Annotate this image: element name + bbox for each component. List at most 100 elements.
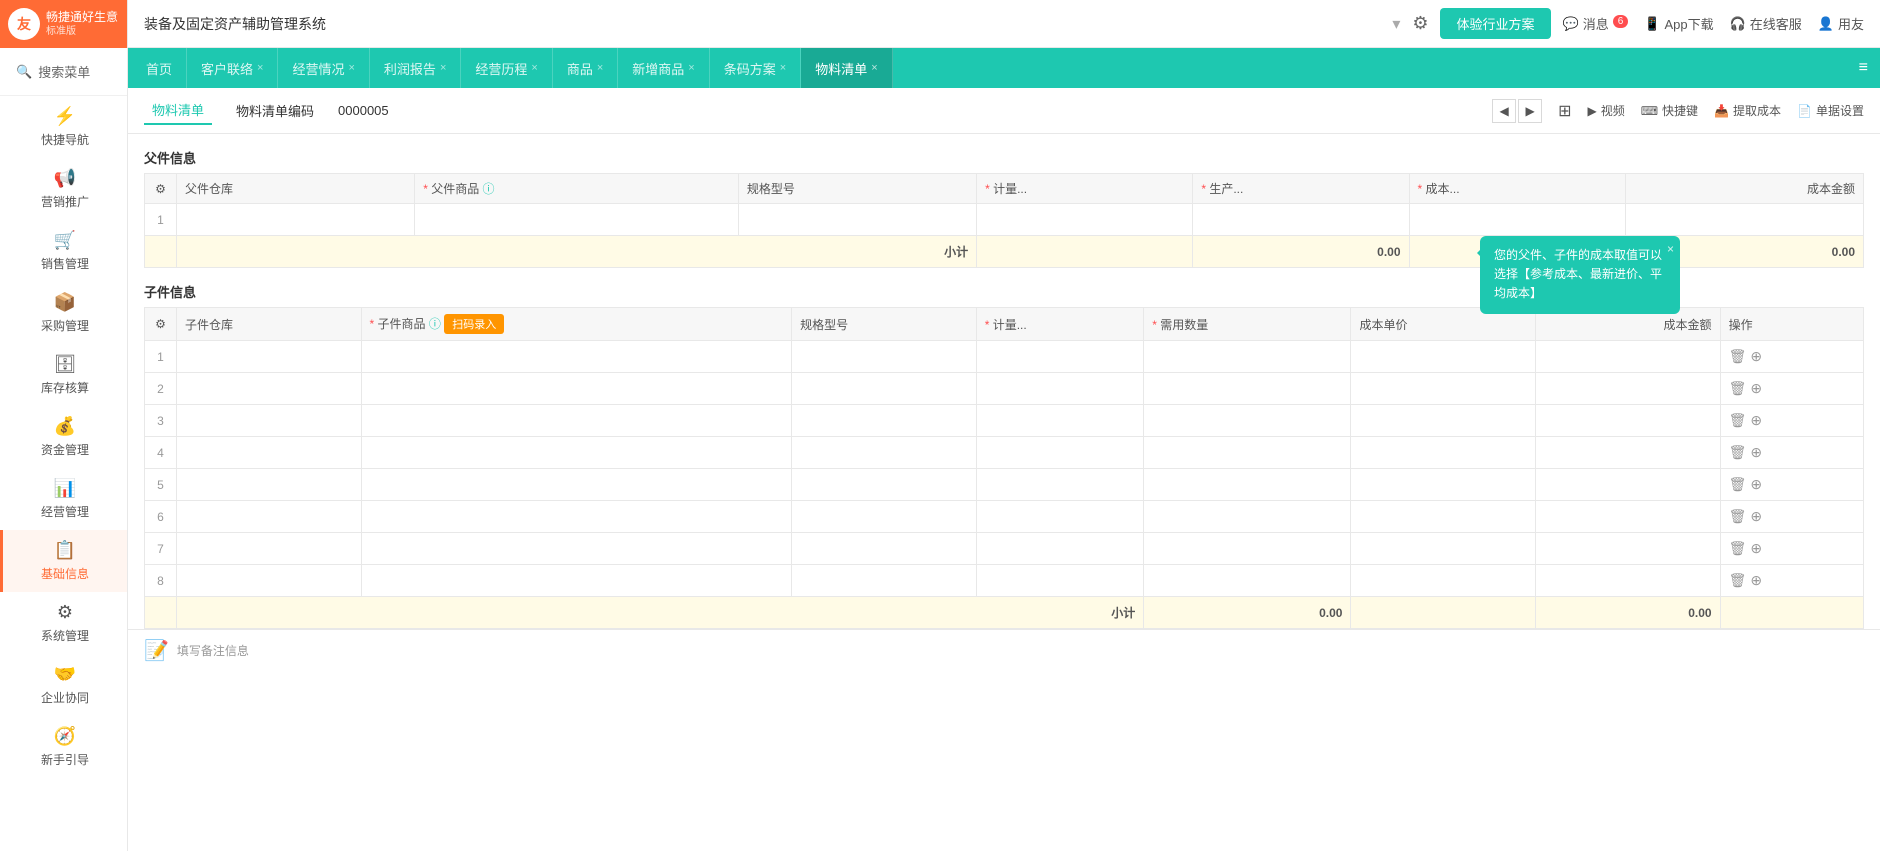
copy-icon-6[interactable]: ⊕ — [1750, 508, 1762, 525]
tab-home[interactable]: 首页 — [132, 48, 187, 88]
app-download-button[interactable]: 📱 App下载 — [1644, 14, 1713, 33]
child-row-6-warehouse[interactable] — [177, 501, 362, 533]
child-row-3-needed[interactable] — [1144, 405, 1351, 437]
sidebar-item-finance[interactable]: 💰 资金管理 — [0, 406, 127, 468]
child-row-8-warehouse[interactable] — [177, 565, 362, 597]
child-row-6-quantity[interactable] — [976, 501, 1144, 533]
child-row-5-quantity[interactable] — [976, 469, 1144, 501]
child-row-8-needed[interactable] — [1144, 565, 1351, 597]
child-row-2-amount[interactable] — [1536, 373, 1721, 405]
grid-view-icon[interactable]: ⊞ — [1558, 101, 1571, 121]
copy-icon-5[interactable]: ⊕ — [1750, 476, 1762, 493]
delete-icon-8[interactable]: 🗑 — [1729, 572, 1747, 589]
copy-icon-7[interactable]: ⊕ — [1750, 540, 1762, 557]
page-next-button[interactable]: ▶ — [1518, 99, 1542, 123]
parent-col-settings[interactable]: ⚙ — [145, 174, 177, 204]
delete-icon-1[interactable]: 🗑 — [1729, 348, 1747, 365]
child-row-8-quantity[interactable] — [976, 565, 1144, 597]
child-row-2-needed[interactable] — [1144, 373, 1351, 405]
child-row-7-warehouse[interactable] — [177, 533, 362, 565]
delete-icon-7[interactable]: 🗑 — [1729, 540, 1747, 557]
delete-icon-3[interactable]: 🗑 — [1729, 412, 1747, 429]
child-row-3-quantity[interactable] — [976, 405, 1144, 437]
copy-icon-1[interactable]: ⊕ — [1750, 348, 1762, 365]
parent-row-1-spec[interactable] — [738, 204, 976, 236]
child-row-4-unit-cost[interactable] — [1351, 437, 1536, 469]
child-row-2-spec[interactable] — [792, 373, 977, 405]
child-row-4-warehouse[interactable] — [177, 437, 362, 469]
child-row-7-quantity[interactable] — [976, 533, 1144, 565]
delete-icon-2[interactable]: 🗑 — [1729, 380, 1747, 397]
sidebar-item-inventory[interactable]: 🗄 库存核算 — [0, 344, 127, 406]
child-row-6-spec[interactable] — [792, 501, 977, 533]
copy-icon-8[interactable]: ⊕ — [1750, 572, 1762, 589]
child-row-7-spec[interactable] — [792, 533, 977, 565]
tab-business-close[interactable]: × — [348, 62, 354, 74]
tab-new-goods[interactable]: 新增商品 × — [618, 48, 709, 88]
child-row-1-quantity[interactable] — [976, 341, 1144, 373]
message-button[interactable]: 💬 消息 6 — [1563, 14, 1629, 33]
tab-goods-close[interactable]: × — [597, 62, 603, 74]
tab-new-goods-close[interactable]: × — [688, 62, 694, 74]
child-row-4-goods[interactable] — [361, 437, 792, 469]
parent-row-1-goods[interactable] — [415, 204, 739, 236]
delete-icon-6[interactable]: 🗑 — [1729, 508, 1747, 525]
child-row-5-amount[interactable] — [1536, 469, 1721, 501]
child-row-6-needed[interactable] — [1144, 501, 1351, 533]
child-row-2-goods[interactable] — [361, 373, 792, 405]
single-settings-button[interactable]: 📄 单据设置 — [1797, 102, 1864, 119]
scan-input-button[interactable]: 扫码录入 — [444, 314, 504, 334]
child-row-2-unit-cost[interactable] — [1351, 373, 1536, 405]
tab-goods[interactable]: 商品 × — [553, 48, 618, 88]
tab-profit[interactable]: 利润报告 × — [370, 48, 461, 88]
shortcut-button[interactable]: ⌨ 快捷键 — [1641, 102, 1698, 119]
child-row-7-needed[interactable] — [1144, 533, 1351, 565]
child-row-1-spec[interactable] — [792, 341, 977, 373]
sidebar-item-marketing[interactable]: 📢 营销推广 — [0, 158, 127, 220]
tooltip-close-button[interactable]: × — [1667, 240, 1674, 259]
tab-profit-close[interactable]: × — [440, 62, 446, 74]
notes-hint[interactable]: 填写备注信息 — [177, 642, 249, 659]
tab-customer-close[interactable]: × — [257, 62, 263, 74]
parent-row-1-amount[interactable] — [1625, 204, 1863, 236]
sidebar-item-sales[interactable]: 🛒 销售管理 — [0, 220, 127, 282]
tab-business[interactable]: 经营情况 × — [278, 48, 369, 88]
sidebar-item-guide[interactable]: 🧭 新手引导 — [0, 716, 127, 778]
child-row-4-needed[interactable] — [1144, 437, 1351, 469]
child-row-4-quantity[interactable] — [976, 437, 1144, 469]
parent-row-1-quantity[interactable] — [977, 204, 1193, 236]
sub-tab-bom[interactable]: 物料清单 — [144, 96, 212, 125]
copy-icon-3[interactable]: ⊕ — [1750, 412, 1762, 429]
child-row-5-warehouse[interactable] — [177, 469, 362, 501]
child-row-3-warehouse[interactable] — [177, 405, 362, 437]
dropdown-arrow-icon[interactable]: ▾ — [1392, 14, 1400, 34]
sidebar-item-operation[interactable]: 📊 经营管理 — [0, 468, 127, 530]
delete-icon-5[interactable]: 🗑 — [1729, 476, 1747, 493]
child-row-3-amount[interactable] — [1536, 405, 1721, 437]
page-prev-button[interactable]: ◀ — [1492, 99, 1516, 123]
sidebar-item-purchase[interactable]: 📦 采购管理 — [0, 282, 127, 344]
child-row-3-goods[interactable] — [361, 405, 792, 437]
child-row-5-needed[interactable] — [1144, 469, 1351, 501]
child-row-5-goods[interactable] — [361, 469, 792, 501]
child-row-1-warehouse[interactable] — [177, 341, 362, 373]
sidebar-search[interactable]: 🔍 搜索菜单 — [0, 48, 127, 96]
child-row-8-unit-cost[interactable] — [1351, 565, 1536, 597]
delete-icon-4[interactable]: 🗑 — [1729, 444, 1747, 461]
child-row-6-goods[interactable] — [361, 501, 792, 533]
child-row-8-spec[interactable] — [792, 565, 977, 597]
try-industry-button[interactable]: 体验行业方案 — [1440, 8, 1550, 39]
parent-row-1-production[interactable] — [1193, 204, 1409, 236]
tab-history[interactable]: 经营历程 × — [461, 48, 552, 88]
copy-icon-4[interactable]: ⊕ — [1750, 444, 1762, 461]
sidebar-item-system[interactable]: ⚙ 系统管理 — [0, 592, 127, 654]
child-row-1-amount[interactable] — [1536, 341, 1721, 373]
child-row-6-amount[interactable] — [1536, 501, 1721, 533]
child-row-1-goods[interactable] — [361, 341, 792, 373]
copy-icon-2[interactable]: ⊕ — [1750, 380, 1762, 397]
sidebar-item-enterprise[interactable]: 🤝 企业协同 — [0, 654, 127, 716]
child-row-1-unit-cost[interactable] — [1351, 341, 1536, 373]
sidebar-item-basic-info[interactable]: 📋 基础信息 — [0, 530, 127, 592]
tab-bom[interactable]: 物料清单 × — [801, 48, 892, 88]
tab-bom-close[interactable]: × — [871, 62, 877, 74]
